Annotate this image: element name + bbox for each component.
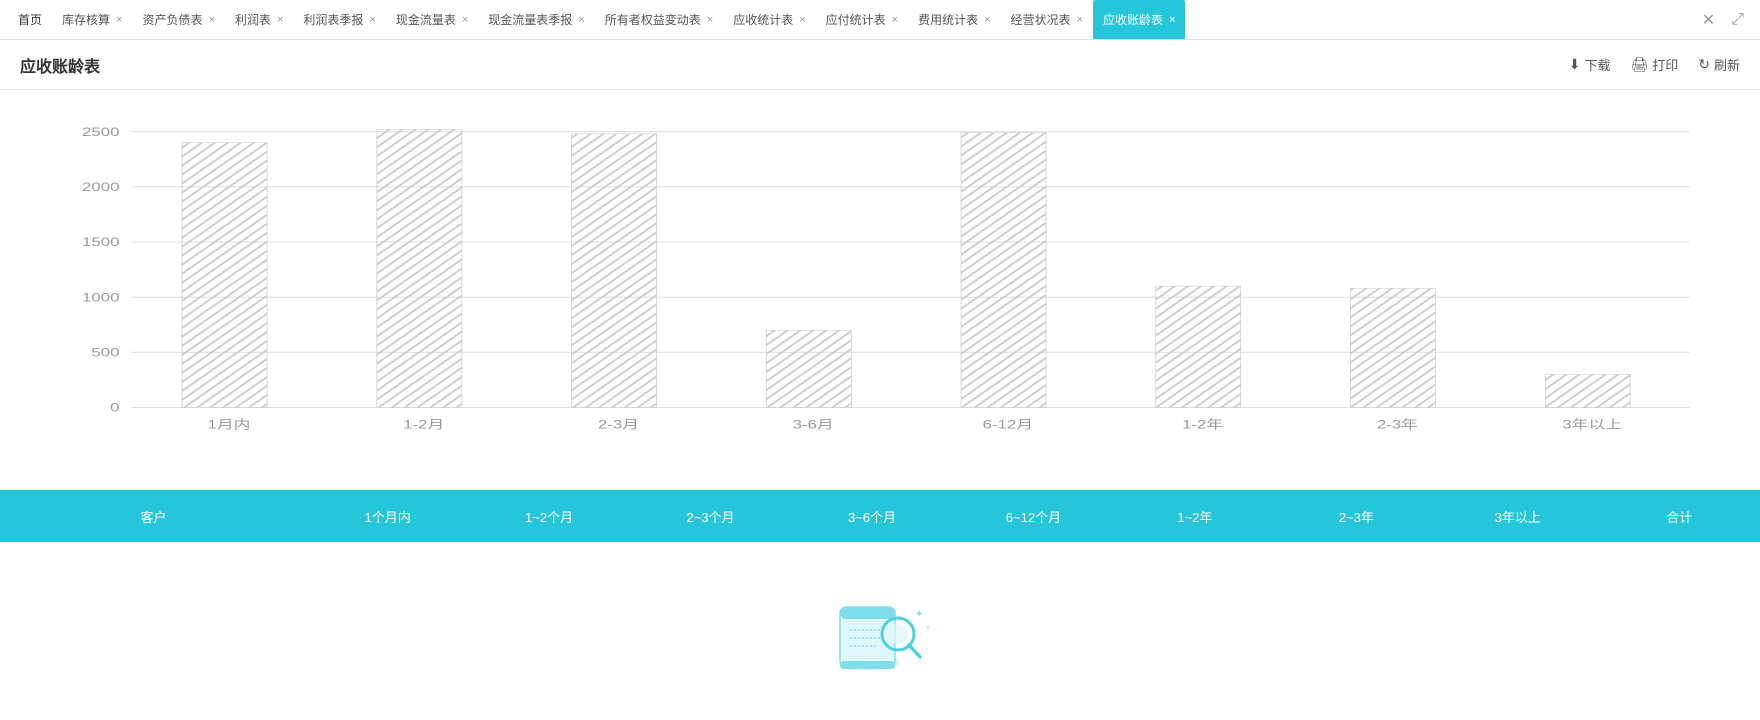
top-nav: 首页库存核算×资产负债表×利润表×利润表季报×现金流量表×现金流量表季报×所有者… — [0, 0, 1760, 40]
nav-tab-expense-stats[interactable]: 费用统计表 × — [908, 0, 1000, 39]
th-2-3month: 2~3个月 — [630, 507, 791, 526]
refresh-button[interactable]: ↻ 刷新 — [1698, 55, 1740, 74]
th-6-12month: 6~12个月 — [953, 507, 1114, 526]
th-customer: 客户 — [0, 507, 307, 526]
print-button[interactable]: 🖨 打印 — [1630, 55, 1678, 74]
download-icon: ⬇ — [1569, 56, 1581, 73]
nav-tab-profit-quarter[interactable]: 利润表季报 × — [293, 0, 385, 39]
th-2-3year: 2~3年 — [1276, 507, 1437, 526]
header-actions: ⬇ 下载 🖨 打印 ↻ 刷新 — [1569, 55, 1740, 74]
tab-label: 资产负债表 — [142, 11, 202, 28]
nav-tab-balance-sheet[interactable]: 资产负债表 × — [132, 0, 224, 39]
window-close-button[interactable]: ✕ — [1698, 8, 1719, 32]
svg-text:1000: 1000 — [82, 292, 119, 305]
th-1month: 1个月内 — [307, 507, 468, 526]
nav-tab-ap-stats[interactable]: 应付统计表 × — [816, 0, 908, 39]
nav-tab-cashflow[interactable]: 现金流量表 × — [386, 0, 478, 39]
svg-text:1500: 1500 — [82, 237, 119, 250]
svg-text:1-2月: 1-2月 — [403, 419, 444, 432]
chart-area: 0 500 1000 1500 2000 2500 1月内 1-2月 2-3月 3-6月 6-12… — [0, 90, 1760, 490]
page-header: 应收账龄表 ⬇ 下载 🖨 打印 ↻ 刷新 — [0, 40, 1760, 90]
tab-label: 应付统计表 — [826, 11, 886, 28]
download-button[interactable]: ⬇ 下载 — [1569, 55, 1611, 74]
empty-icon-wrapper: ✦ ✦ — [820, 582, 940, 682]
svg-text:2000: 2000 — [82, 181, 119, 194]
nav-tab-cashflow-quarter[interactable]: 现金流量表季报 × — [478, 0, 594, 39]
refresh-label: 刷新 — [1714, 55, 1740, 74]
tab-close-icon[interactable]: × — [578, 14, 584, 26]
th-total: 合计 — [1599, 507, 1760, 526]
tab-close-icon[interactable]: × — [1169, 14, 1175, 26]
window-controls: ✕ ⤢ — [1698, 8, 1752, 32]
tab-close-icon[interactable]: × — [369, 14, 375, 26]
nav-tab-profit[interactable]: 利润表 × — [225, 0, 293, 39]
tab-label: 所有者权益变动表 — [605, 11, 701, 28]
refresh-icon: ↻ — [1698, 56, 1710, 73]
tab-label: 现金流量表季报 — [488, 11, 572, 28]
tab-close-icon[interactable]: × — [707, 14, 713, 26]
print-icon: 🖨 — [1630, 56, 1648, 73]
print-label: 打印 — [1652, 55, 1678, 74]
tab-close-icon[interactable]: × — [799, 14, 805, 26]
download-label: 下载 — [1584, 55, 1610, 74]
tab-label: 现金流量表 — [396, 11, 456, 28]
bar-chart: 0 500 1000 1500 2000 2500 1月内 1-2月 2-3月 3-6月 6-12… — [40, 110, 1720, 450]
window-maximize-button[interactable]: ⤢ — [1727, 9, 1748, 31]
nav-tab-ar-stats[interactable]: 应收统计表 × — [723, 0, 815, 39]
nav-tab-ar-aging[interactable]: 应收账龄表 × — [1093, 0, 1185, 39]
tab-label: 应收统计表 — [733, 11, 793, 28]
th-1-2year: 1~2年 — [1114, 507, 1275, 526]
svg-text:3-6月: 3-6月 — [793, 419, 834, 432]
svg-text:6-12月: 6-12月 — [983, 419, 1033, 432]
tab-label: 利润表 — [235, 11, 271, 28]
tab-label: 费用统计表 — [918, 11, 978, 28]
th-3plus: 3年以上 — [1437, 507, 1598, 526]
table-header: 客户1个月内1~2个月2~3个月3~6个月6~12个月1~2年2~3年3年以上合… — [0, 490, 1760, 542]
th-1-2month: 1~2个月 — [468, 507, 629, 526]
tab-close-icon[interactable]: × — [277, 14, 283, 26]
svg-text:500: 500 — [91, 347, 119, 360]
svg-text:0: 0 — [110, 402, 119, 415]
svg-text:3年以上: 3年以上 — [1562, 418, 1622, 432]
nav-tab-equity[interactable]: 所有者权益变动表 × — [595, 0, 723, 39]
tab-label: 首页 — [18, 11, 42, 28]
chart-container: 0 500 1000 1500 2000 2500 1月内 1-2月 2-3月 3-6月 6-12… — [40, 110, 1720, 450]
tab-label: 经营状况表 — [1011, 11, 1071, 28]
svg-text:✦: ✦ — [915, 609, 923, 620]
svg-text:✦: ✦ — [925, 624, 931, 632]
tab-close-icon[interactable]: × — [208, 14, 214, 26]
tab-close-icon[interactable]: × — [984, 14, 990, 26]
nav-tab-home[interactable]: 首页 — [8, 0, 52, 39]
th-3-6month: 3~6个月 — [791, 507, 952, 526]
nav-tab-business-status[interactable]: 经营状况表 × — [1001, 0, 1093, 39]
tab-label: 利润表季报 — [303, 11, 363, 28]
page-title: 应收账龄表 — [20, 53, 100, 77]
nav-tab-inventory[interactable]: 库存核算 × — [52, 0, 132, 39]
empty-state-icon: ✦ ✦ — [820, 582, 940, 682]
svg-text:2-3月: 2-3月 — [598, 419, 639, 432]
svg-text:1-2年: 1-2年 — [1182, 418, 1223, 432]
main-content: 0 500 1000 1500 2000 2500 1月内 1-2月 2-3月 3-6月 6-12… — [0, 90, 1760, 720]
tab-close-icon[interactable]: × — [462, 14, 468, 26]
empty-area: ✦ ✦ — [0, 542, 1760, 712]
svg-text:1月内: 1月内 — [208, 418, 251, 432]
tab-close-icon[interactable]: × — [116, 14, 122, 26]
tab-close-icon[interactable]: × — [1077, 14, 1083, 26]
tab-close-icon[interactable]: × — [892, 14, 898, 26]
svg-text:2-3年: 2-3年 — [1377, 418, 1418, 432]
svg-text:2500: 2500 — [82, 126, 119, 139]
tab-label: 应收账龄表 — [1103, 11, 1163, 28]
tab-label: 库存核算 — [62, 11, 110, 28]
